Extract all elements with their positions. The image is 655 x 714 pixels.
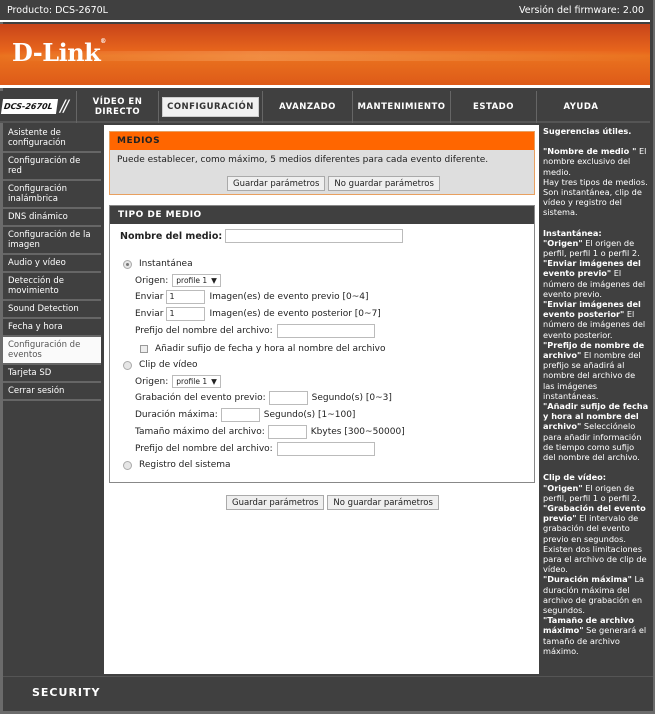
model-name: DCS-2670L [0,99,59,114]
banner: D-Link® [0,24,650,88]
help-clip-title: Clip de vídeo: [543,472,607,483]
snapshot-prefix-label: Prefijo del nombre del archivo: [135,326,273,336]
clip-origin-select[interactable]: profile 1 ▼ [172,375,221,388]
sidebar-item-fecha[interactable]: Fecha y hora [3,319,101,337]
clip-prefix-label: Prefijo del nombre del archivo: [135,444,273,454]
sidebar: Asistente de configuración Configuración… [3,125,101,401]
tab-ayuda[interactable]: AYUDA [537,91,625,123]
tab-mantenimiento[interactable]: MANTENIMIENTO [353,91,451,123]
help-clip-origin: "Origen" El origen de perfil, perfil 1 o… [543,482,640,503]
tipo-medio-title: TIPO DE MEDIO [110,206,534,224]
max-duration-input[interactable] [220,408,260,422]
syslog-radio[interactable] [123,460,132,470]
help-panel: Sugerencias útiles. "Nombre de medio " E… [541,125,651,656]
save-button[interactable]: Guardar parámetros [227,176,326,191]
help-media-types: Hay tres tipos de medios. Son instantáne… [543,176,648,218]
send-prev-input[interactable]: 1 [166,290,206,304]
pre-record-label: Grabación del evento previo: [135,393,266,403]
bottom-buttons: Guardar parámetros No guardar parámetros [226,495,439,510]
help-send-prev: "Enviar imágenes del evento previo" El n… [543,258,646,299]
max-size-suffix: Kbytes [300~50000] [310,427,405,437]
dropdown-arrow-icon: ▼ [211,377,217,386]
media-name-input[interactable] [225,229,404,243]
help-max-duration: "Duración máxima" La duración máxima del… [543,574,645,615]
pre-record-suffix: Segundo(s) [0~3] [311,393,392,403]
help-suffix: "Añadir sufijo de fecha y hora al nombre… [543,401,649,463]
sidebar-item-red[interactable]: Configuración de red [3,153,101,181]
snapshot-origin-label: Origen: [135,275,169,286]
sidebar-item-sd[interactable]: Tarjeta SD [3,365,101,383]
clip-origin-label: Origen: [135,376,169,387]
dlink-logo: D-Link® [12,38,106,67]
medios-message: Puede establecer, como máximo, 5 medios … [117,155,489,165]
sidebar-item-logout[interactable]: Cerrar sesión [3,383,101,401]
snapshot-prefix-input[interactable] [276,324,375,338]
snapshot-radio[interactable] [123,259,132,269]
medios-title: MEDIOS [110,132,534,150]
help-title: Sugerencias útiles. [543,126,632,136]
sidebar-item-dns[interactable]: DNS dinámico [3,209,101,227]
slash-decoration: // [60,96,69,115]
help-prefix: "Prefijo de nombre de archivo" El nombre… [543,339,645,401]
medios-panel: MEDIOS Puede establecer, como máximo, 5 … [109,131,535,195]
media-name-label: Nombre del medio: [120,230,223,242]
clip-prefix-input[interactable] [276,442,375,456]
help-media-name: "Nombre de medio " El nombre exclusivo d… [543,146,647,177]
main-nav: DCS-2670L // VÍDEO EN DIRECTO CONFIGURACI… [0,91,650,123]
help-snapshot-title: Instantánea: [543,227,602,238]
date-suffix-checkbox[interactable] [140,345,148,353]
product-label: Producto: DCS-2670L [7,5,108,16]
dropdown-arrow-icon: ▼ [211,276,217,285]
sidebar-item-sound[interactable]: Sound Detection [3,301,101,319]
snapshot-origin-select[interactable]: profile 1 ▼ [172,274,221,287]
help-max-size: "Tamaño de archivo máximo" Se generará e… [543,615,647,656]
date-suffix-label: Añadir sufijo de fecha y hora al nombre … [155,344,386,354]
send-prev-suffix: Imagen(es) de evento previo [0~4] [209,292,369,302]
syslog-label: Registro del sistema [139,460,231,470]
dont-save-button[interactable]: No guardar parámetros [328,176,440,191]
max-duration-suffix: Segundo(s) [1~100] [263,410,356,420]
send-post-input[interactable]: 1 [166,307,206,321]
tipo-medio-panel: TIPO DE MEDIO Nombre del medio: Instantá… [109,205,535,483]
main-content: MEDIOS Puede establecer, como máximo, 5 … [104,125,539,674]
send-post-label: Enviar [135,309,164,319]
send-prev-label: Enviar [135,292,164,302]
tab-video-en-directo[interactable]: VÍDEO EN DIRECTO [77,91,159,123]
help-send-post: "Enviar imágenes del evento posterior" E… [543,299,646,340]
clip-radio[interactable] [123,360,132,370]
sidebar-item-imagen[interactable]: Configuración de la imagen [3,227,101,255]
footer: SECURITY [3,676,653,710]
send-post-suffix: Imagen(es) de evento posterior [0~7] [209,309,381,319]
snapshot-label: Instantánea [139,259,193,269]
model-badge: DCS-2670L // [0,91,77,123]
clip-label: Clip de vídeo [139,360,198,370]
sidebar-item-eventos[interactable]: Configuración de eventos [3,337,101,365]
max-size-label: Tamaño máximo del archivo: [135,427,265,437]
max-duration-label: Duración máxima: [135,410,218,420]
tab-avanzado[interactable]: AVANZADO [263,91,353,123]
help-pre-record: "Grabación del evento previo" El interva… [543,502,647,575]
firmware-version: Versión del firmware: 2.00 [519,5,644,16]
save-button-bottom[interactable]: Guardar parámetros [226,495,325,510]
pre-record-input[interactable] [268,391,308,405]
tab-configuracion[interactable]: CONFIGURACIÓN [159,91,263,123]
sidebar-item-inalambrica[interactable]: Configuración inalámbrica [3,181,101,209]
help-snapshot-origin: "Origen" El origen de perfil, perfil 1 o… [543,237,640,259]
sidebar-item-asistente[interactable]: Asistente de configuración [3,125,101,153]
medios-buttons: Guardar parámetros No guardar parámetros [227,176,440,191]
sidebar-item-movimiento[interactable]: Detección de movimiento [3,273,101,301]
security-label: SECURITY [32,686,101,699]
top-bar: Producto: DCS-2670L Versión del firmware… [0,0,650,22]
max-size-input[interactable] [267,425,307,439]
dont-save-button-bottom[interactable]: No guardar parámetros [327,495,439,510]
sidebar-item-audio-video[interactable]: Audio y vídeo [3,255,101,273]
tab-estado[interactable]: ESTADO [451,91,537,123]
